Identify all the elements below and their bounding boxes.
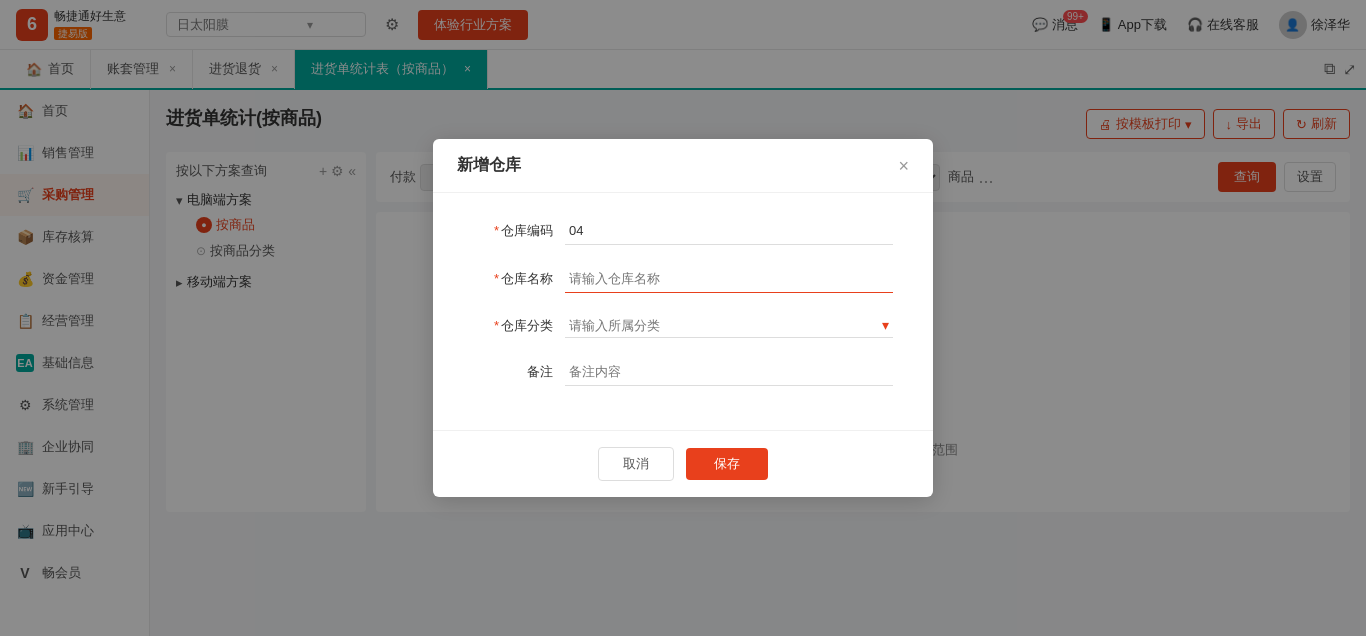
- note-input[interactable]: [565, 358, 893, 386]
- modal-body: 仓库编码 仓库名称 仓库分类 ▾ 备注: [433, 193, 933, 430]
- name-label: 仓库名称: [473, 270, 553, 288]
- category-label: 仓库分类: [473, 317, 553, 335]
- category-input[interactable]: [569, 318, 882, 333]
- category-select-wrapper[interactable]: ▾: [565, 313, 893, 338]
- modal-overlay[interactable]: 新增仓库 × 仓库编码 仓库名称 仓库分类 ▾: [0, 0, 1366, 636]
- modal-title: 新增仓库: [457, 155, 521, 176]
- code-label: 仓库编码: [473, 222, 553, 240]
- modal-header: 新增仓库 ×: [433, 139, 933, 193]
- code-input[interactable]: [565, 217, 893, 245]
- modal-footer: 取消 保存: [433, 430, 933, 497]
- form-row-category: 仓库分类 ▾: [473, 313, 893, 338]
- form-row-note: 备注: [473, 358, 893, 386]
- save-button[interactable]: 保存: [686, 448, 768, 480]
- form-row-name: 仓库名称: [473, 265, 893, 293]
- modal-dialog: 新增仓库 × 仓库编码 仓库名称 仓库分类 ▾: [433, 139, 933, 497]
- form-row-code: 仓库编码: [473, 217, 893, 245]
- category-dropdown-icon: ▾: [882, 317, 889, 333]
- cancel-button[interactable]: 取消: [598, 447, 674, 481]
- name-input[interactable]: [565, 265, 893, 293]
- modal-close-button[interactable]: ×: [898, 157, 909, 175]
- note-label: 备注: [473, 363, 553, 381]
